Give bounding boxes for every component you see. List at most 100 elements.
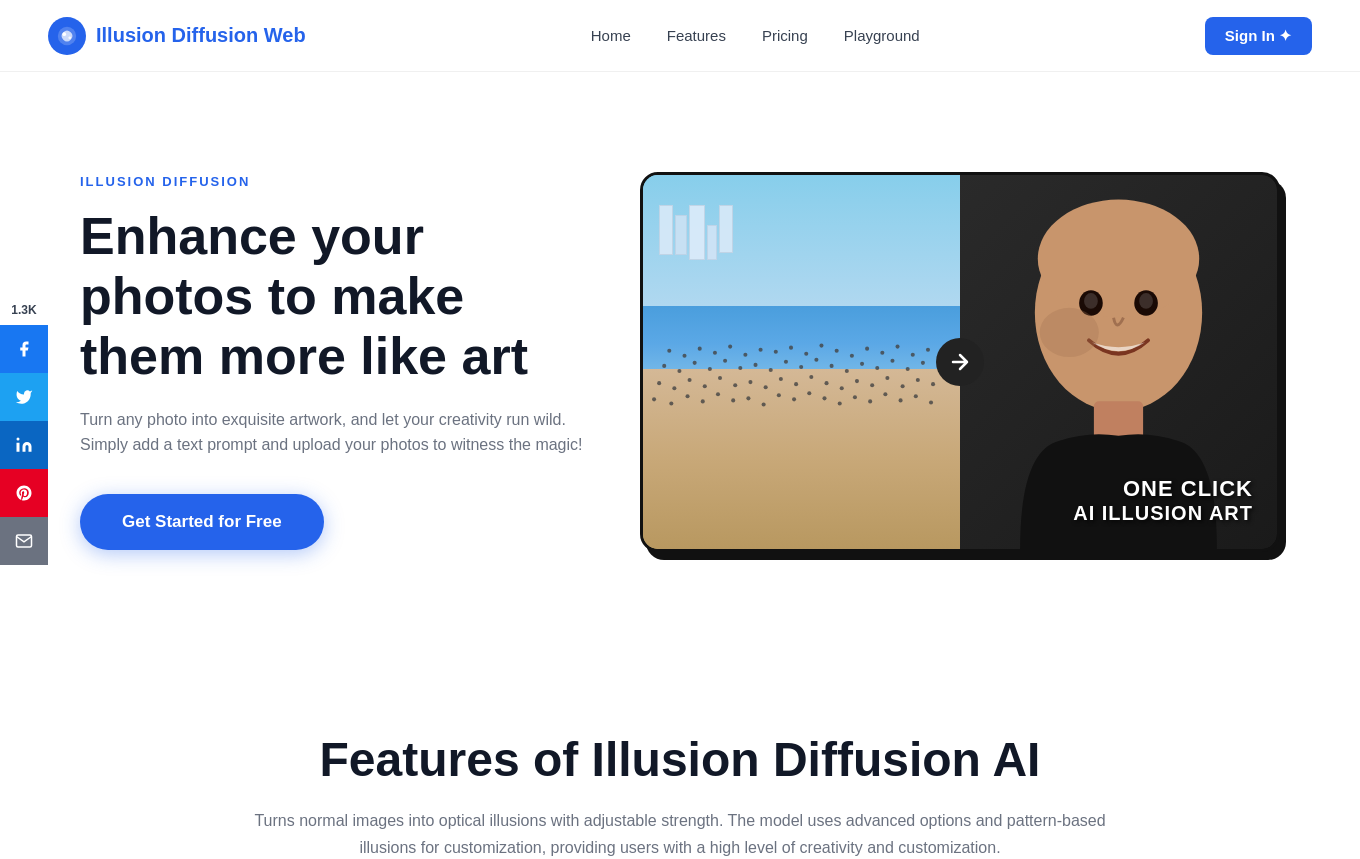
svg-point-82 bbox=[1084, 293, 1098, 309]
svg-point-74 bbox=[884, 392, 888, 396]
svg-point-40 bbox=[657, 381, 661, 385]
svg-point-33 bbox=[830, 363, 834, 367]
svg-point-51 bbox=[825, 381, 829, 385]
svg-point-48 bbox=[779, 377, 783, 381]
nav-pricing[interactable]: Pricing bbox=[762, 27, 808, 44]
svg-point-14 bbox=[820, 343, 824, 347]
svg-point-54 bbox=[870, 383, 874, 387]
overlay-line2: AI ILLUSION ART bbox=[1073, 502, 1253, 525]
svg-point-22 bbox=[663, 363, 667, 367]
hero-image-container: ONE CLICK AI ILLUSION ART bbox=[640, 172, 1280, 552]
svg-point-73 bbox=[868, 399, 872, 403]
hero-content: ILLUSION DIFFUSION Enhance your photos t… bbox=[80, 174, 600, 550]
svg-point-16 bbox=[850, 353, 854, 357]
linkedin-share-button[interactable] bbox=[0, 421, 48, 469]
hero-image-inner: ONE CLICK AI ILLUSION ART bbox=[643, 175, 1277, 549]
social-count: 1.3K bbox=[0, 295, 48, 325]
features-description: Turns normal images into optical illusio… bbox=[230, 807, 1130, 859]
svg-point-31 bbox=[799, 364, 803, 368]
twitter-share-button[interactable] bbox=[0, 373, 48, 421]
svg-point-46 bbox=[749, 380, 753, 384]
svg-point-44 bbox=[718, 376, 722, 380]
svg-point-59 bbox=[652, 397, 656, 401]
svg-point-75 bbox=[899, 398, 903, 402]
svg-point-42 bbox=[688, 378, 692, 382]
svg-point-23 bbox=[678, 369, 682, 373]
svg-point-69 bbox=[808, 391, 812, 395]
svg-point-11 bbox=[774, 349, 778, 353]
svg-point-52 bbox=[840, 386, 844, 390]
svg-point-27 bbox=[739, 365, 743, 369]
svg-point-39 bbox=[921, 360, 925, 364]
svg-point-15 bbox=[835, 348, 839, 352]
image-overlay-text: ONE CLICK AI ILLUSION ART bbox=[1073, 476, 1253, 525]
svg-point-28 bbox=[754, 362, 758, 366]
hero-description: Turn any photo into exquisite artwork, a… bbox=[80, 407, 600, 458]
svg-point-58 bbox=[931, 382, 935, 386]
svg-point-43 bbox=[703, 384, 707, 388]
svg-point-47 bbox=[764, 385, 768, 389]
social-sidebar: 1.3K bbox=[0, 295, 48, 565]
svg-point-5 bbox=[683, 353, 687, 357]
svg-point-66 bbox=[762, 402, 766, 406]
svg-point-18 bbox=[881, 350, 885, 354]
svg-point-77 bbox=[929, 400, 933, 404]
svg-point-32 bbox=[815, 357, 819, 361]
svg-point-8 bbox=[728, 344, 732, 348]
facebook-share-button[interactable] bbox=[0, 325, 48, 373]
transition-arrow bbox=[936, 338, 984, 386]
email-share-button[interactable] bbox=[0, 517, 48, 565]
svg-point-24 bbox=[693, 360, 697, 364]
svg-point-34 bbox=[845, 369, 849, 373]
svg-point-10 bbox=[759, 347, 763, 351]
svg-point-41 bbox=[673, 386, 677, 390]
svg-point-67 bbox=[777, 393, 781, 397]
svg-point-7 bbox=[713, 350, 717, 354]
svg-point-21 bbox=[926, 347, 930, 351]
svg-point-29 bbox=[769, 368, 773, 372]
brand-logo[interactable]: Illusion Diffusion Web bbox=[48, 17, 306, 55]
svg-point-79 bbox=[1038, 200, 1199, 318]
nav-home[interactable]: Home bbox=[591, 27, 631, 44]
svg-point-36 bbox=[876, 365, 880, 369]
nav-playground[interactable]: Playground bbox=[844, 27, 920, 44]
svg-point-20 bbox=[911, 352, 915, 356]
svg-point-62 bbox=[701, 399, 705, 403]
pinterest-share-button[interactable] bbox=[0, 469, 48, 517]
svg-point-83 bbox=[1139, 293, 1153, 309]
signin-button[interactable]: Sign In ✦ bbox=[1205, 17, 1312, 55]
svg-point-57 bbox=[916, 378, 920, 382]
svg-point-19 bbox=[896, 344, 900, 348]
svg-point-85 bbox=[1040, 308, 1099, 357]
svg-point-45 bbox=[734, 383, 738, 387]
svg-point-9 bbox=[744, 352, 748, 356]
hero-image-area: ONE CLICK AI ILLUSION ART bbox=[640, 172, 1280, 552]
svg-point-6 bbox=[698, 346, 702, 350]
svg-point-71 bbox=[838, 401, 842, 405]
svg-point-49 bbox=[794, 382, 798, 386]
hero-section: ILLUSION DIFFUSION Enhance your photos t… bbox=[0, 72, 1360, 652]
hero-tag: ILLUSION DIFFUSION bbox=[80, 174, 600, 189]
svg-point-63 bbox=[716, 392, 720, 396]
overlay-line1: ONE CLICK bbox=[1073, 476, 1253, 502]
cta-button[interactable]: Get Started for Free bbox=[80, 494, 324, 550]
nav-features[interactable]: Features bbox=[667, 27, 726, 44]
svg-point-4 bbox=[668, 348, 672, 352]
svg-point-76 bbox=[914, 394, 918, 398]
svg-point-35 bbox=[860, 361, 864, 365]
svg-point-2 bbox=[68, 36, 71, 39]
svg-point-37 bbox=[891, 358, 895, 362]
svg-point-55 bbox=[886, 376, 890, 380]
nav-links: Home Features Pricing Playground bbox=[591, 27, 920, 45]
svg-point-50 bbox=[810, 375, 814, 379]
svg-point-12 bbox=[789, 345, 793, 349]
svg-point-65 bbox=[747, 396, 751, 400]
svg-point-17 bbox=[865, 346, 869, 350]
svg-point-3 bbox=[17, 437, 20, 440]
svg-point-30 bbox=[784, 359, 788, 363]
svg-point-72 bbox=[853, 395, 857, 399]
svg-point-38 bbox=[906, 367, 910, 371]
svg-point-64 bbox=[732, 398, 736, 402]
navbar: Illusion Diffusion Web Home Features Pri… bbox=[0, 0, 1360, 72]
brand-name-text: Illusion Diffusion Web bbox=[96, 24, 306, 47]
